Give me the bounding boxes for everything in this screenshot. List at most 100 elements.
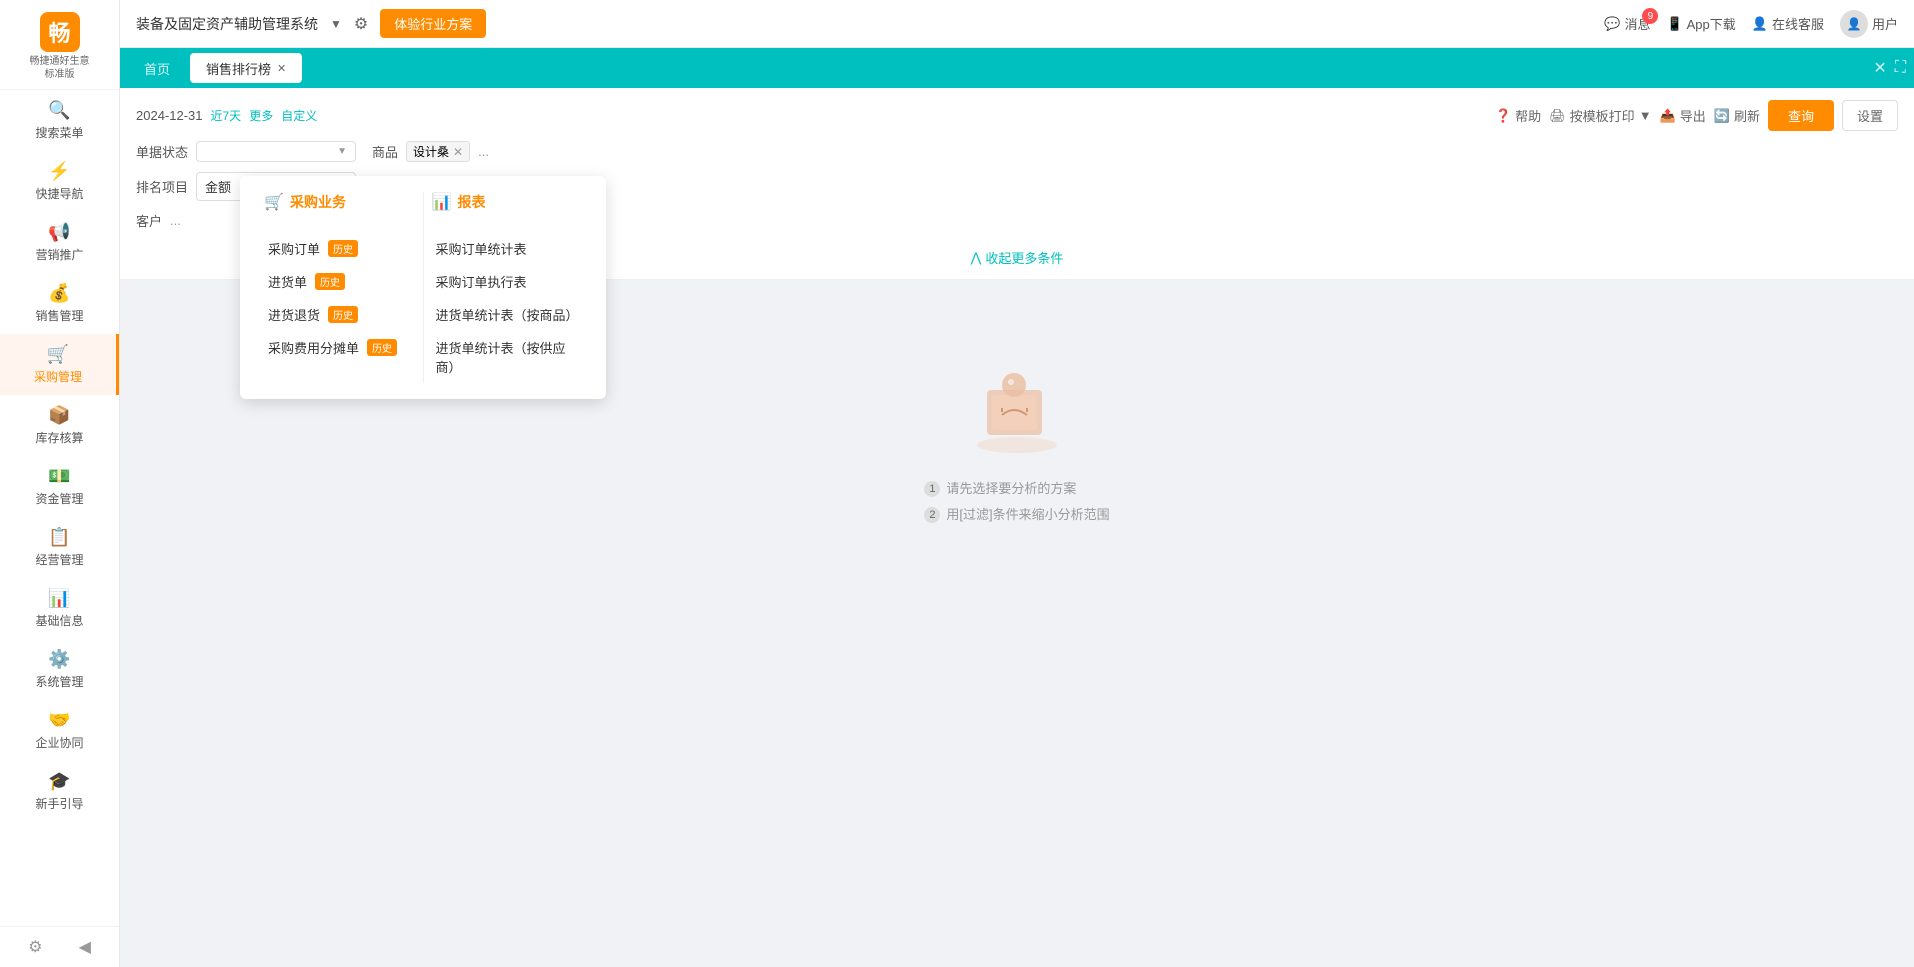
purchase-section-title: 🛒 采购业务 xyxy=(264,192,415,220)
sidebar-item-label: 新手引导 xyxy=(35,795,83,812)
sidebar-item-finance[interactable]: 💵 资金管理 xyxy=(0,456,119,517)
messages-action[interactable]: 💬 消息 9 xyxy=(1604,14,1650,33)
system-title: 装备及固定资产辅助管理系统 xyxy=(136,14,318,34)
order-status-label: 单据状态 xyxy=(136,142,188,161)
goods-more[interactable]: ... xyxy=(478,144,489,159)
online-service-action[interactable]: 👤 在线客服 xyxy=(1752,14,1824,33)
help-action[interactable]: ❓ 帮助 xyxy=(1495,106,1541,125)
tab-bar-right: ✕ ⛶ xyxy=(1873,58,1906,78)
sidebar-item-label: 快捷导航 xyxy=(35,185,83,202)
tab-sales-rank[interactable]: 销售排行榜 ✕ xyxy=(190,53,302,83)
order-status-chevron: ▼ xyxy=(337,146,347,157)
app-download-action[interactable]: 📱 App下载 xyxy=(1666,14,1735,33)
sidebar-item-operation[interactable]: 📋 经营管理 xyxy=(0,517,119,578)
goods-receipt-history: 历史 xyxy=(315,273,345,290)
purchase-section-icon: 🛒 xyxy=(264,192,284,212)
tab-home[interactable]: 首页 xyxy=(128,53,186,83)
sidebar-item-label: 采购管理 xyxy=(34,368,82,385)
order-status-filter: 单据状态 ▼ xyxy=(136,141,356,162)
sidebar-item-purchase[interactable]: 🛒 采购管理 xyxy=(0,334,119,395)
tab-bar: 首页 销售排行榜 ✕ ✕ ⛶ xyxy=(120,48,1914,88)
sidebar-item-label: 基础信息 xyxy=(35,612,83,629)
system-dropdown-icon[interactable]: ▼ xyxy=(330,17,342,31)
menu-item-goods-receipt-stats-supplier[interactable]: 进货单统计表（按供应商） xyxy=(432,331,583,383)
sidebar-item-quick[interactable]: ⚡ 快捷导航 xyxy=(0,151,119,212)
menu-item-goods-receipt[interactable]: 进货单 历史 xyxy=(264,265,415,298)
customer-more[interactable]: ... xyxy=(170,213,181,228)
goods-filter: 商品 设计桑 ✕ ... xyxy=(372,141,489,162)
quick-icon: ⚡ xyxy=(48,161,70,182)
purchase-expense-label: 采购费用分摊单 xyxy=(268,338,359,357)
empty-hints: 1 请先选择要分析的方案 2 用[过滤]条件来缩小分析范围 xyxy=(924,476,1109,528)
avatar: 👤 xyxy=(1840,10,1868,38)
logo-tagline: 畅捷通好生意标准版 xyxy=(30,55,90,81)
sidebar-item-label: 营销推广 xyxy=(35,246,83,263)
sidebar-item-search[interactable]: 🔍 搜索菜单 xyxy=(0,90,119,151)
sidebar-item-basic[interactable]: 📊 基础信息 xyxy=(0,578,119,639)
refresh-action[interactable]: 🔄 刷新 xyxy=(1714,106,1760,125)
finance-icon: 💵 xyxy=(48,466,70,487)
export-label: 导出 xyxy=(1680,106,1706,125)
sidebar-item-newbie[interactable]: 🎓 新手引导 xyxy=(0,761,119,822)
logo-icon: 畅 xyxy=(40,12,80,52)
message-badge: 9 xyxy=(1642,8,1658,24)
customer-filter: 客户 ... xyxy=(136,211,181,230)
tab-sales-rank-label: 销售排行榜 xyxy=(206,59,271,78)
inventory-icon: 📦 xyxy=(48,405,70,426)
system-gear-icon[interactable]: ⚙ xyxy=(354,14,368,34)
sidebar-item-label: 资金管理 xyxy=(35,490,83,507)
date-shortcut-more[interactable]: 更多 xyxy=(249,107,273,124)
sidebar-item-enterprise[interactable]: 🤝 企业协同 xyxy=(0,700,119,761)
date-shortcut-7days[interactable]: 近7天 xyxy=(211,107,242,124)
marketing-icon: 📢 xyxy=(48,222,70,243)
purchase-order-exec-label: 采购订单执行表 xyxy=(436,272,527,291)
goods-tag-close[interactable]: ✕ xyxy=(453,145,463,159)
goods-label: 商品 xyxy=(372,142,398,161)
sidebar-item-label: 企业协同 xyxy=(35,734,83,751)
app-download-label: App下载 xyxy=(1687,14,1736,33)
maximize-window-icon[interactable]: ⛶ xyxy=(1895,59,1906,77)
report-section-label: 报表 xyxy=(458,192,486,212)
sidebar-item-label: 销售管理 xyxy=(35,307,83,324)
tab-close-icon[interactable]: ✕ xyxy=(277,62,286,75)
setting-button[interactable]: 设置 xyxy=(1842,100,1898,131)
close-window-icon[interactable]: ✕ xyxy=(1873,58,1886,78)
menu-item-goods-receipt-stats-goods[interactable]: 进货单统计表（按商品） xyxy=(432,298,583,331)
help-label: 帮助 xyxy=(1515,106,1541,125)
menu-item-purchase-order-stats[interactable]: 采购订单统计表 xyxy=(432,232,583,265)
filter-row-1: 单据状态 ▼ 商品 设计桑 ✕ ... xyxy=(136,141,1898,162)
empty-illustration xyxy=(957,360,1077,460)
date-shortcut-custom[interactable]: 自定义 xyxy=(281,107,317,124)
sidebar-logo: 畅 畅捷通好生意标准版 xyxy=(0,0,119,90)
empty-hint-1: 请先选择要分析的方案 xyxy=(946,476,1076,502)
menu-item-purchase-order-exec[interactable]: 采购订单执行表 xyxy=(432,265,583,298)
purchase-order-history: 历史 xyxy=(328,240,358,257)
sidebar-item-system[interactable]: ⚙️ 系统管理 xyxy=(0,639,119,700)
logo-version: 标准版 xyxy=(45,69,75,80)
newbie-icon: 🎓 xyxy=(48,771,70,792)
sidebar-item-marketing[interactable]: 📢 营销推广 xyxy=(0,212,119,273)
export-action[interactable]: 📤 导出 xyxy=(1660,106,1706,125)
print-action[interactable]: 🖨 按模板打印 ▼ xyxy=(1549,106,1651,125)
order-status-select[interactable]: ▼ xyxy=(196,141,356,162)
sidebar-item-label: 经营管理 xyxy=(35,551,83,568)
sidebar-item-inventory[interactable]: 📦 库存核算 xyxy=(0,395,119,456)
purchase-section: 🛒 采购业务 采购订单 历史 进货单 历史 进货退货 历史 采购费用分摊单 xyxy=(256,192,423,383)
user-action[interactable]: 👤 用户 xyxy=(1840,10,1898,38)
message-icon: 💬 xyxy=(1604,16,1620,32)
help-icon: ❓ xyxy=(1495,108,1511,124)
filter-toolbar: 2024-12-31 近7天 更多 自定义 ❓ 帮助 🖨 按模板打印 ▼ xyxy=(136,100,1898,131)
query-button[interactable]: 查询 xyxy=(1768,100,1834,131)
customer-label: 客户 xyxy=(136,211,162,230)
industry-btn[interactable]: 体验行业方案 xyxy=(380,9,486,38)
menu-item-purchase-order[interactable]: 采购订单 历史 xyxy=(264,232,415,265)
sidebar-item-label: 系统管理 xyxy=(35,673,83,690)
collapse-sidebar-icon[interactable]: ◀ xyxy=(79,937,91,957)
menu-item-goods-return[interactable]: 进货退货 历史 xyxy=(264,298,415,331)
sidebar-item-sales[interactable]: 💰 销售管理 xyxy=(0,273,119,334)
purchase-order-stats-label: 采购订单统计表 xyxy=(436,239,527,258)
sidebar-item-label: 库存核算 xyxy=(35,429,83,446)
collapse-chevron-icon: ⋀ xyxy=(971,250,982,266)
menu-item-purchase-expense[interactable]: 采购费用分摊单 历史 xyxy=(264,331,415,364)
settings-icon[interactable]: ⚙ xyxy=(28,937,42,957)
